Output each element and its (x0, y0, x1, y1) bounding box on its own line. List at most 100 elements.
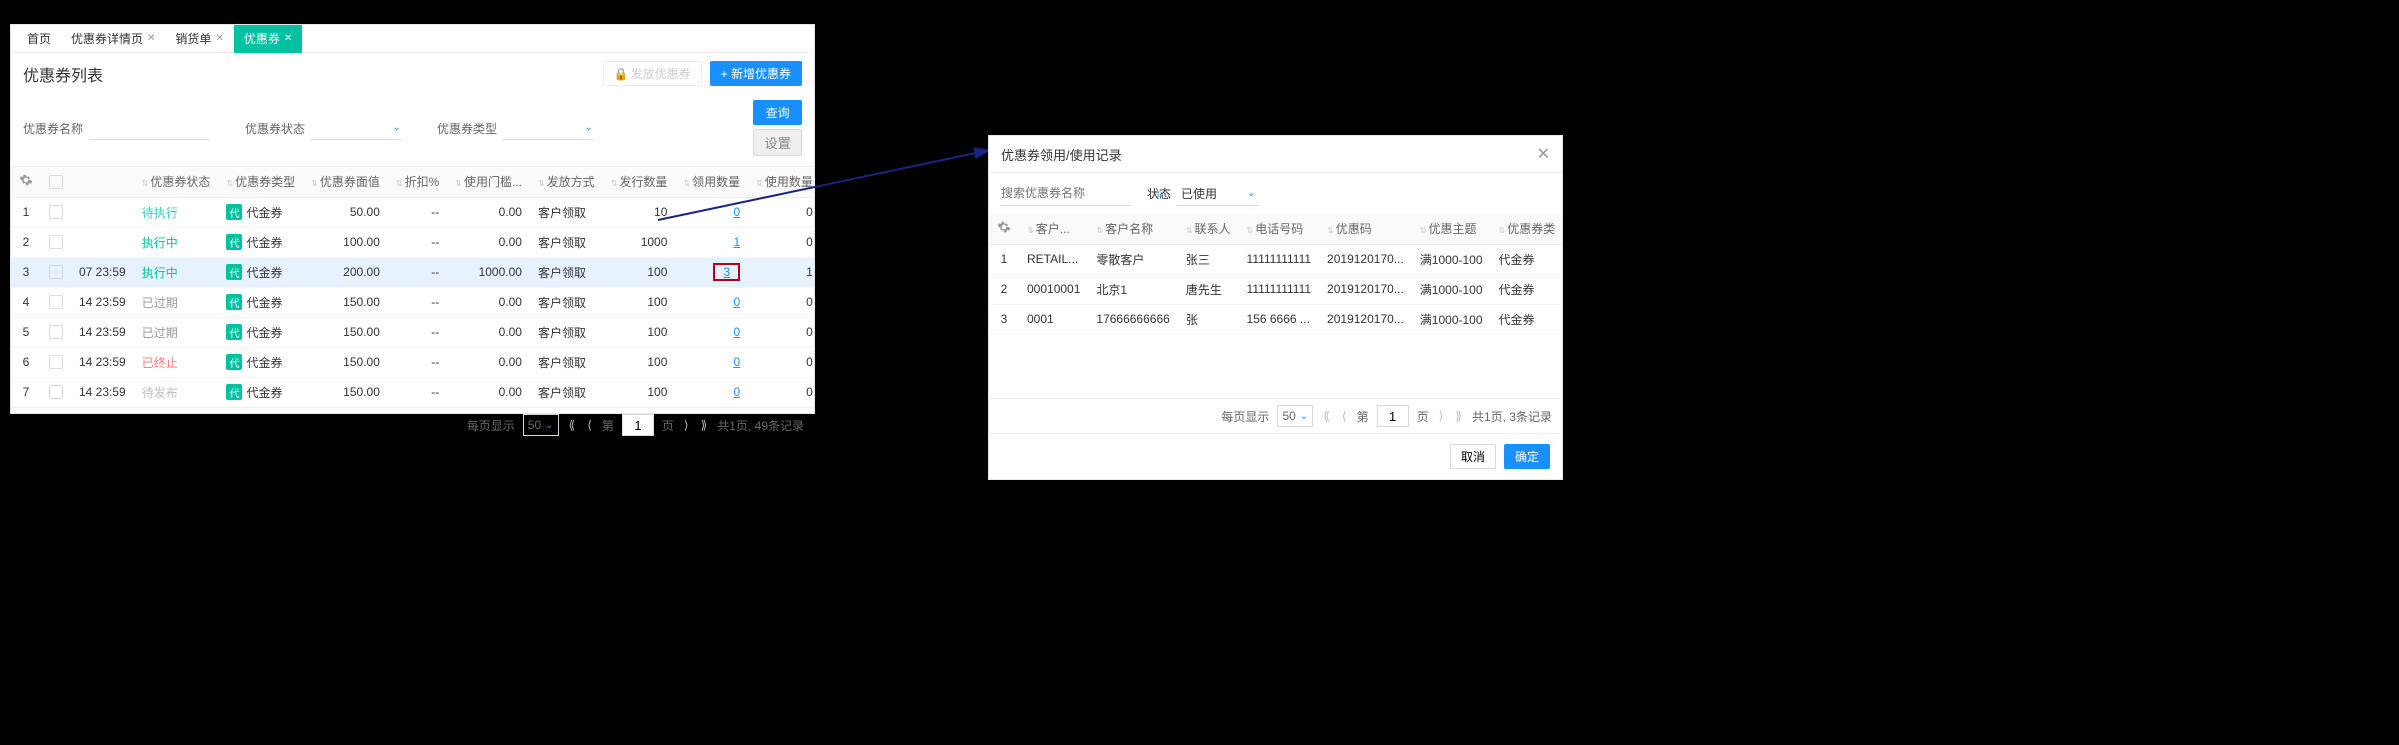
page-input[interactable] (622, 414, 654, 436)
type-badge-icon: 代 (226, 204, 242, 220)
row-checkbox[interactable] (49, 295, 63, 309)
chevron-down-icon: ⌄ (1247, 188, 1255, 199)
first-page-icon[interactable]: ⟪ (1321, 409, 1332, 423)
claim-link[interactable]: 3 (723, 265, 730, 279)
settings-button[interactable]: 设置 (753, 129, 802, 156)
last-page-icon[interactable]: ⟫ (1453, 409, 1464, 423)
table-row[interactable]: 3 0001 17666666666 张 156 6666 ... 201912… (989, 304, 1562, 334)
sort-icon: ⇅ (1499, 227, 1506, 235)
col-topic[interactable]: ⇅优惠主题 (1412, 214, 1491, 244)
cell-face: 150.00 (303, 377, 388, 407)
claim-link[interactable]: 0 (733, 295, 740, 309)
table-row[interactable]: 1 待执行 代代金券 50.00 -- 0.00 客户领取 10 0 0 ↗ ▦ (11, 197, 814, 227)
close-icon[interactable]: ✕ (215, 33, 223, 44)
cell-discount: -- (388, 347, 447, 377)
cell-time (71, 227, 134, 257)
col-threshold[interactable]: ⇅使用门槛... (447, 167, 530, 197)
page-post-label: 页 (662, 417, 674, 434)
row-checkbox[interactable] (49, 325, 63, 339)
table-row[interactable]: 7 14 23:59 待发布 代代金券 150.00 -- 0.00 客户领取 … (11, 377, 814, 407)
cell-type: 代金券 (1491, 274, 1562, 304)
page-input[interactable] (1377, 405, 1409, 427)
table-row[interactable]: 6 14 23:59 已终止 代代金券 150.00 -- 0.00 客户领取 … (11, 347, 814, 377)
add-coupon-button[interactable]: + 新增优惠券 (710, 61, 802, 86)
search-input[interactable] (1001, 181, 1156, 205)
table-row[interactable]: 2 00010001 北京1 唐先生 11111111111 201912017… (989, 274, 1562, 304)
col-issue[interactable]: ⇅发行数量 (603, 167, 676, 197)
status-select[interactable]: ⌄ (311, 116, 401, 140)
cell-issue: 100 (603, 377, 676, 407)
claim-link[interactable]: 0 (733, 355, 740, 369)
prev-page-icon[interactable]: ⟨ (1340, 409, 1349, 423)
next-page-icon[interactable]: ⟩ (682, 418, 691, 432)
col-status[interactable]: ⇅优惠券状态 (134, 167, 219, 197)
table-row[interactable]: 3 07 23:59 执行中 代代金券 200.00 -- 1000.00 客户… (11, 257, 814, 287)
first-page-icon[interactable]: ⟪ (567, 418, 578, 432)
table-row[interactable]: 2 执行中 代代金券 100.00 -- 0.00 客户领取 1000 1 0 … (11, 227, 814, 257)
table-row[interactable]: 1 RETAIL... 零散客户 张三 11111111111 20191201… (989, 244, 1562, 274)
col-cust-no[interactable]: ⇅客户... (1019, 214, 1088, 244)
modal-filter-row: ⌕ 状态 已使用 ⌄ (989, 173, 1562, 214)
row-index: 3 (989, 304, 1019, 334)
claim-link[interactable]: 0 (733, 205, 740, 219)
col-code[interactable]: ⇅优惠码 (1319, 214, 1412, 244)
sort-icon: ⇅ (611, 180, 618, 188)
close-icon[interactable]: ✕ (284, 33, 292, 44)
row-checkbox[interactable] (49, 385, 63, 399)
col-gear[interactable] (989, 214, 1019, 244)
cell-cust-name: 北京1 (1088, 274, 1177, 304)
status-badge: 已终止 (142, 356, 178, 370)
cell-time: 14 23:59 (71, 317, 134, 347)
col-method[interactable]: ⇅发放方式 (530, 167, 603, 197)
per-page-select[interactable]: 50⌄ (1277, 405, 1313, 427)
coupon-name-input[interactable] (89, 116, 209, 140)
col-claim[interactable]: ⇅领用数量 (675, 167, 748, 197)
col-phone[interactable]: ⇅电话号码 (1239, 214, 1320, 244)
next-page-icon[interactable]: ⟩ (1437, 409, 1446, 423)
cell-cust-name: 17666666666 (1088, 304, 1177, 334)
status-filter-select[interactable]: 已使用 ⌄ (1177, 182, 1259, 206)
table-row[interactable]: 4 14 23:59 已过期 代代金券 150.00 -- 0.00 客户领取 … (11, 287, 814, 317)
cell-use: 0 (748, 377, 814, 407)
col-use[interactable]: ⇅使用数量 (748, 167, 814, 197)
row-checkbox[interactable] (49, 205, 63, 219)
row-checkbox[interactable] (49, 235, 63, 249)
type-select[interactable]: ⌄ (503, 116, 593, 140)
distribute-button[interactable]: 🔒发放优惠券 (603, 61, 702, 86)
table-row[interactable]: 5 14 23:59 已过期 代代金券 150.00 -- 0.00 客户领取 … (11, 317, 814, 347)
claim-link[interactable]: 0 (733, 385, 740, 399)
cancel-button[interactable]: 取消 (1450, 444, 1496, 469)
status-badge: 执行中 (142, 266, 178, 280)
cell-discount: -- (388, 377, 447, 407)
close-icon[interactable]: ✕ (1537, 144, 1550, 164)
cell-threshold: 0.00 (447, 287, 530, 317)
coupon-table-wrap[interactable]: ⇅优惠券状态 ⇅优惠券类型 ⇅优惠券面值 ⇅折扣% ⇅使用门槛... ⇅发放方式… (11, 167, 814, 407)
tab-home[interactable]: 首页 (17, 25, 61, 53)
tab-label: 销货单 (175, 30, 211, 47)
col-gear[interactable] (11, 167, 41, 197)
ok-button[interactable]: 确定 (1504, 444, 1550, 469)
row-checkbox[interactable] (49, 355, 63, 369)
select-all-checkbox[interactable] (49, 175, 63, 189)
row-checkbox[interactable] (49, 265, 63, 279)
claim-link[interactable]: 0 (733, 325, 740, 339)
status-badge: 执行中 (142, 236, 178, 250)
tab-coupon[interactable]: 优惠券✕ (234, 25, 302, 53)
modal-pagination: 每页显示 50⌄ ⟪ ⟨ 第 页 ⟩ ⟫ 共1页, 3条记录 (989, 398, 1562, 433)
query-button[interactable]: 查询 (753, 100, 802, 125)
cell-threshold: 0.00 (447, 227, 530, 257)
close-icon[interactable]: ✕ (147, 33, 155, 44)
col-discount[interactable]: ⇅折扣% (388, 167, 447, 197)
col-contact[interactable]: ⇅联系人 (1178, 214, 1239, 244)
claim-link[interactable]: 1 (733, 235, 740, 249)
tab-detail[interactable]: 优惠券详情页✕ (61, 25, 165, 53)
col-type[interactable]: ⇅优惠券类 (1491, 214, 1562, 244)
tab-sales[interactable]: 销货单 ✕ (165, 25, 233, 53)
col-cust-name[interactable]: ⇅客户名称 (1088, 214, 1177, 244)
prev-page-icon[interactable]: ⟨ (585, 418, 594, 432)
per-page-select[interactable]: 50⌄ (523, 414, 559, 436)
cell-phone: 11111111111 (1239, 274, 1320, 304)
col-type[interactable]: ⇅优惠券类型 (218, 167, 303, 197)
col-face[interactable]: ⇅优惠券面值 (303, 167, 388, 197)
last-page-icon[interactable]: ⟫ (699, 418, 710, 432)
